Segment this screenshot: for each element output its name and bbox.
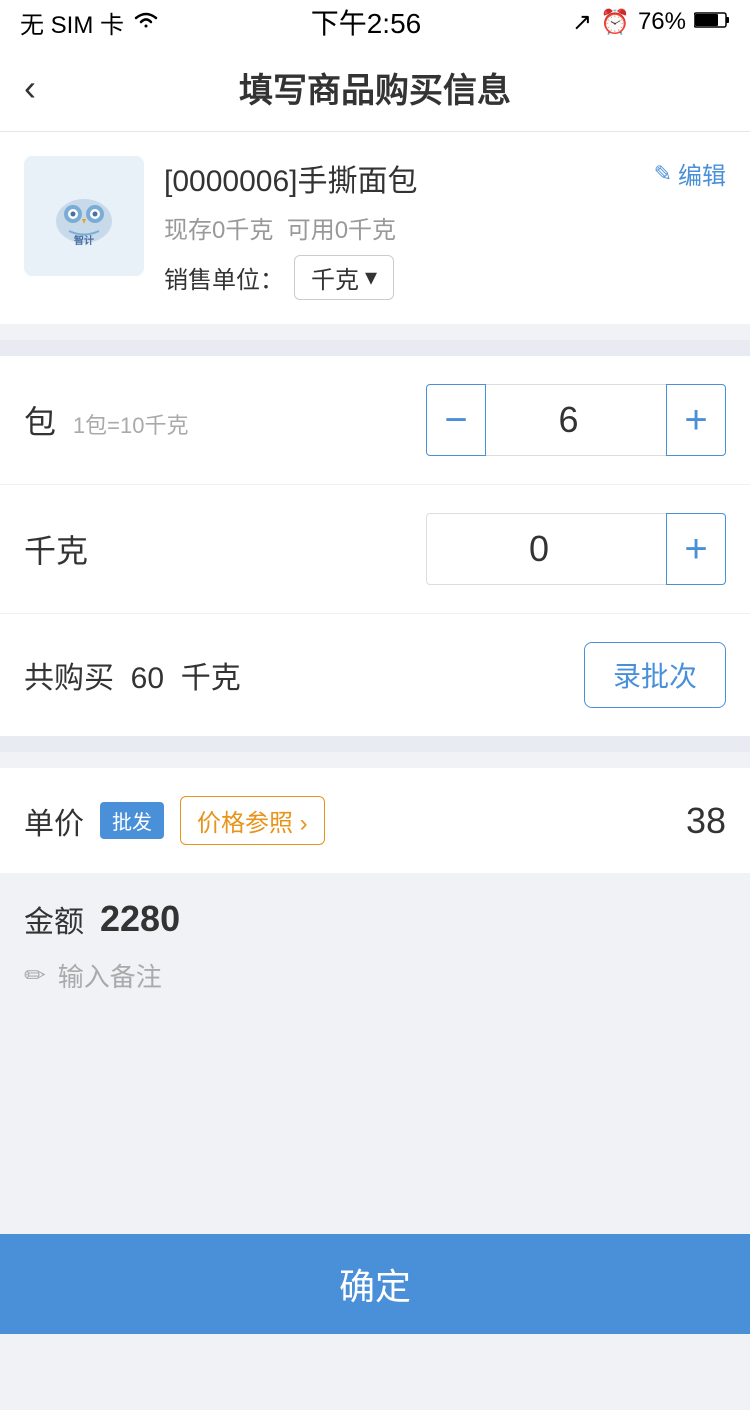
price-label: 单价 (24, 799, 84, 843)
back-button[interactable]: ‹ (24, 67, 36, 109)
bag-plus-button[interactable]: + (666, 384, 726, 456)
location-icon: ↗ (572, 8, 592, 37)
bag-input-row: 包 1包=10千克 − + (0, 356, 750, 485)
edit-button[interactable]: ✎ 编辑 (654, 156, 726, 191)
wifi-icon (132, 8, 160, 37)
amount-row: 金额 2280 (24, 897, 726, 941)
kg-input-row: 千克 + (0, 485, 750, 614)
divider-1 (0, 340, 750, 356)
price-value: 38 (686, 800, 726, 842)
note-placeholder: 输入备注 (58, 957, 162, 994)
svg-text:智计: 智计 (74, 234, 94, 246)
bag-quantity-control: − + (426, 384, 726, 456)
amount-value: 2280 (100, 898, 180, 940)
bag-minus-button[interactable]: − (426, 384, 486, 456)
status-time: 下午2:56 (311, 2, 422, 42)
kg-quantity-control: + (426, 513, 726, 585)
amount-section: 金额 2280 ✏ 输入备注 (0, 873, 750, 1010)
battery-level: 76% (638, 8, 686, 36)
quantity-section: 包 1包=10千克 − + 千克 + (0, 356, 750, 614)
chevron-down-icon: ▾ (365, 263, 377, 292)
alarm-icon: ⏰ (600, 8, 630, 37)
product-image: 智计 (24, 156, 144, 276)
kg-quantity-input[interactable] (426, 513, 666, 585)
amount-label: 金额 (24, 897, 84, 941)
price-section: 单价 批发 价格参照 › 38 (0, 768, 750, 873)
product-card: 智计 [0000006]手撕面包 ✎ 编辑 现存0千克 可用0千克 销售单位： … (0, 132, 750, 324)
pencil-icon: ✏ (24, 960, 46, 991)
sim-status: 无 SIM 卡 (20, 5, 124, 40)
divider-2 (0, 736, 750, 752)
kg-plus-button[interactable]: + (666, 513, 726, 585)
batch-button[interactable]: 录批次 (584, 642, 726, 708)
product-unit: 销售单位： 千克 ▾ (164, 255, 726, 300)
nav-bar: ‹ 填写商品购买信息 (0, 44, 750, 132)
product-stock: 现存0千克 可用0千克 (164, 210, 726, 245)
price-ref-button[interactable]: 价格参照 › (180, 796, 325, 845)
main-content: 智计 [0000006]手撕面包 ✎ 编辑 现存0千克 可用0千克 销售单位： … (0, 132, 750, 1410)
batch-tag: 批发 (100, 802, 164, 839)
bag-quantity-input[interactable] (486, 384, 666, 456)
total-row: 共购买 60 千克 录批次 (0, 614, 750, 736)
total-label: 共购买 60 千克 (24, 653, 241, 697)
kg-label: 千克 (24, 526, 426, 572)
bag-label: 包 1包=10千克 (24, 397, 426, 443)
product-info: [0000006]手撕面包 ✎ 编辑 现存0千克 可用0千克 销售单位： 千克 … (164, 156, 726, 300)
edit-icon: ✎ (654, 161, 672, 187)
battery-icon (694, 8, 730, 36)
status-bar: 无 SIM 卡 下午2:56 ↗ ⏰ 76% (0, 0, 750, 44)
status-right: ↗ ⏰ 76% (572, 8, 730, 37)
page-title: 填写商品购买信息 (239, 63, 511, 112)
unit-select[interactable]: 千克 ▾ (294, 255, 394, 300)
product-name: [0000006]手撕面包 (164, 156, 417, 200)
note-row[interactable]: ✏ 输入备注 (24, 957, 726, 1010)
price-row: 单价 批发 价格参照 › 38 (24, 796, 726, 845)
status-left: 无 SIM 卡 (20, 5, 160, 40)
confirm-button[interactable]: 确定 (0, 1234, 750, 1334)
